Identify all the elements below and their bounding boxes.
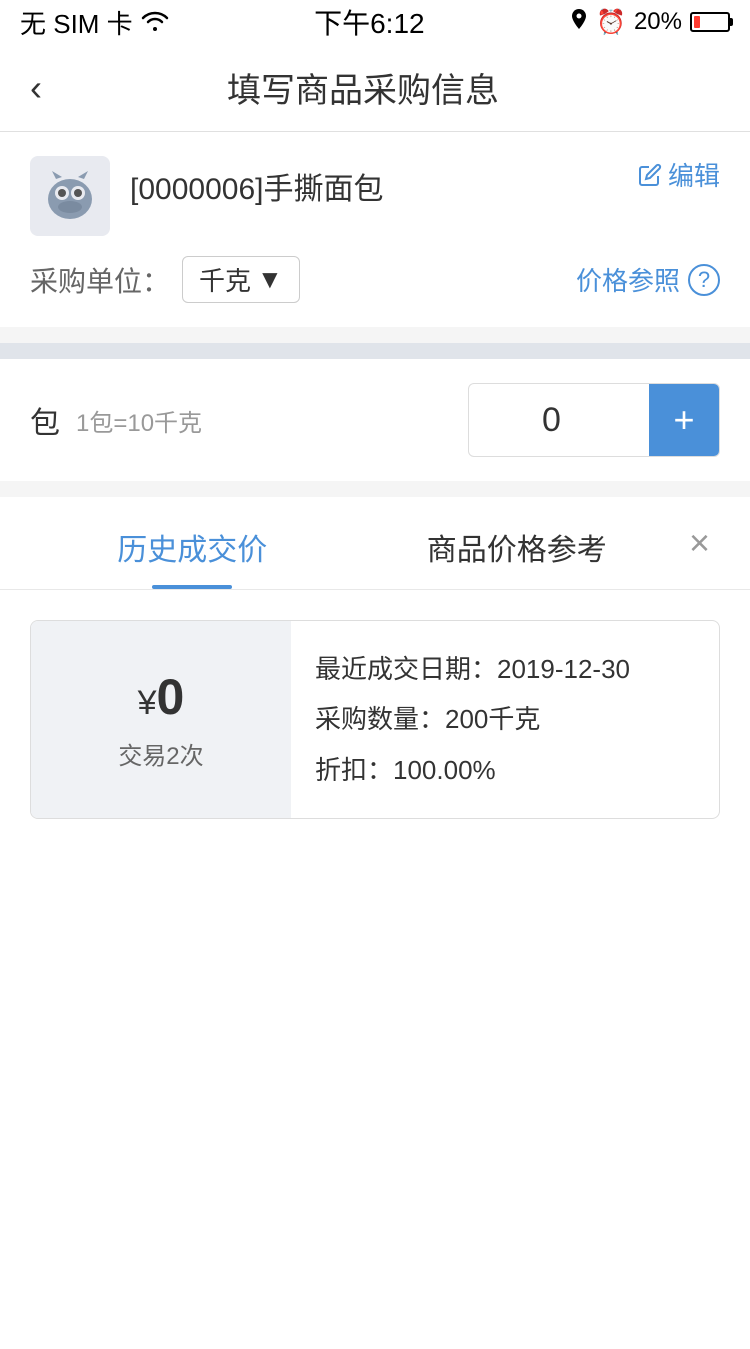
edit-button[interactable]: 编辑 bbox=[638, 156, 720, 193]
history-qty-row: 采购数量：200千克 bbox=[315, 701, 695, 737]
back-button[interactable]: ‹ bbox=[30, 67, 42, 109]
history-list: ¥0 交易2次 最近成交日期：2019-12-30 采购数量：200千克 折扣：… bbox=[0, 590, 750, 849]
status-time: 下午6:12 bbox=[314, 2, 425, 42]
unit-section: 采购单位： 千克 ▼ bbox=[30, 256, 300, 303]
history-trade-count: 交易2次 bbox=[118, 736, 203, 771]
quantity-row: 包 1包=10千克 + bbox=[0, 359, 750, 481]
product-top: [0000006]手撕面包 编辑 bbox=[30, 156, 720, 236]
unit-value: 千克 bbox=[199, 261, 251, 298]
qty-input[interactable] bbox=[469, 389, 649, 452]
price-number: 0 bbox=[157, 669, 185, 725]
qty-label: 采购数量： bbox=[315, 704, 445, 734]
status-left: 无 SIM 卡 bbox=[20, 4, 169, 41]
qty-plus-button[interactable]: + bbox=[649, 384, 719, 456]
battery-text: 20% bbox=[634, 8, 682, 36]
content-area bbox=[0, 849, 750, 1349]
status-bar: 无 SIM 卡 下午6:12 ⏰ 20% bbox=[0, 0, 750, 44]
history-price-value: ¥0 bbox=[138, 668, 185, 726]
history-card: ¥0 交易2次 最近成交日期：2019-12-30 采购数量：200千克 折扣：… bbox=[30, 620, 720, 819]
nav-bar: ‹ 填写商品采购信息 bbox=[0, 44, 750, 132]
price-ref-help-icon: ? bbox=[688, 264, 720, 296]
date-label: 最近成交日期： bbox=[315, 654, 497, 684]
discount-value: 100.00% bbox=[393, 755, 496, 785]
tab-header: 历史成交价 商品价格参考 × bbox=[0, 497, 750, 590]
unit-label: 采购单位： bbox=[30, 260, 170, 300]
battery-icon bbox=[690, 12, 730, 32]
price-ref-button[interactable]: 价格参照 ? bbox=[576, 261, 720, 298]
product-thumbnail bbox=[30, 156, 110, 236]
dropdown-icon: ▼ bbox=[257, 264, 283, 295]
qty-unit-label: 包 bbox=[30, 398, 60, 442]
qty-value: 200千克 bbox=[445, 704, 540, 734]
qty-input-wrap: + bbox=[468, 383, 720, 457]
qty-note: 1包=10千克 bbox=[76, 403, 452, 438]
unit-select[interactable]: 千克 ▼ bbox=[182, 256, 300, 303]
product-bottom: 采购单位： 千克 ▼ 价格参照 ? bbox=[30, 256, 720, 303]
carrier-text: 无 SIM 卡 bbox=[20, 4, 133, 41]
product-card: [0000006]手撕面包 编辑 采购单位： 千克 ▼ 价格参照 ? bbox=[0, 132, 750, 327]
history-discount-row: 折扣：100.00% bbox=[315, 752, 695, 788]
discount-label: 折扣： bbox=[315, 755, 393, 785]
history-details: 最近成交日期：2019-12-30 采购数量：200千克 折扣：100.00% bbox=[291, 621, 719, 818]
page-title: 填写商品采购信息 bbox=[62, 63, 664, 112]
yen-symbol: ¥ bbox=[138, 684, 157, 722]
wifi-icon bbox=[141, 7, 169, 38]
tab-history-price[interactable]: 历史成交价 bbox=[30, 497, 354, 589]
section-divider bbox=[0, 343, 750, 359]
history-date-row: 最近成交日期：2019-12-30 bbox=[315, 651, 695, 687]
history-price-section: ¥0 交易2次 bbox=[31, 621, 291, 818]
product-info: [0000006]手撕面包 bbox=[30, 156, 383, 236]
product-name: [0000006]手撕面包 bbox=[130, 156, 383, 208]
status-right: ⏰ 20% bbox=[570, 8, 730, 37]
tab-product-price-ref[interactable]: 商品价格参考 bbox=[354, 497, 678, 589]
location-icon bbox=[570, 8, 588, 37]
alarm-icon: ⏰ bbox=[596, 8, 626, 37]
edit-label: 编辑 bbox=[668, 156, 720, 193]
tab-section: 历史成交价 商品价格参考 × ¥0 交易2次 最近成交日期：2019-12-30… bbox=[0, 497, 750, 849]
price-ref-label: 价格参照 bbox=[576, 261, 680, 298]
date-value: 2019-12-30 bbox=[497, 654, 630, 684]
tab-close-button[interactable]: × bbox=[679, 512, 720, 574]
